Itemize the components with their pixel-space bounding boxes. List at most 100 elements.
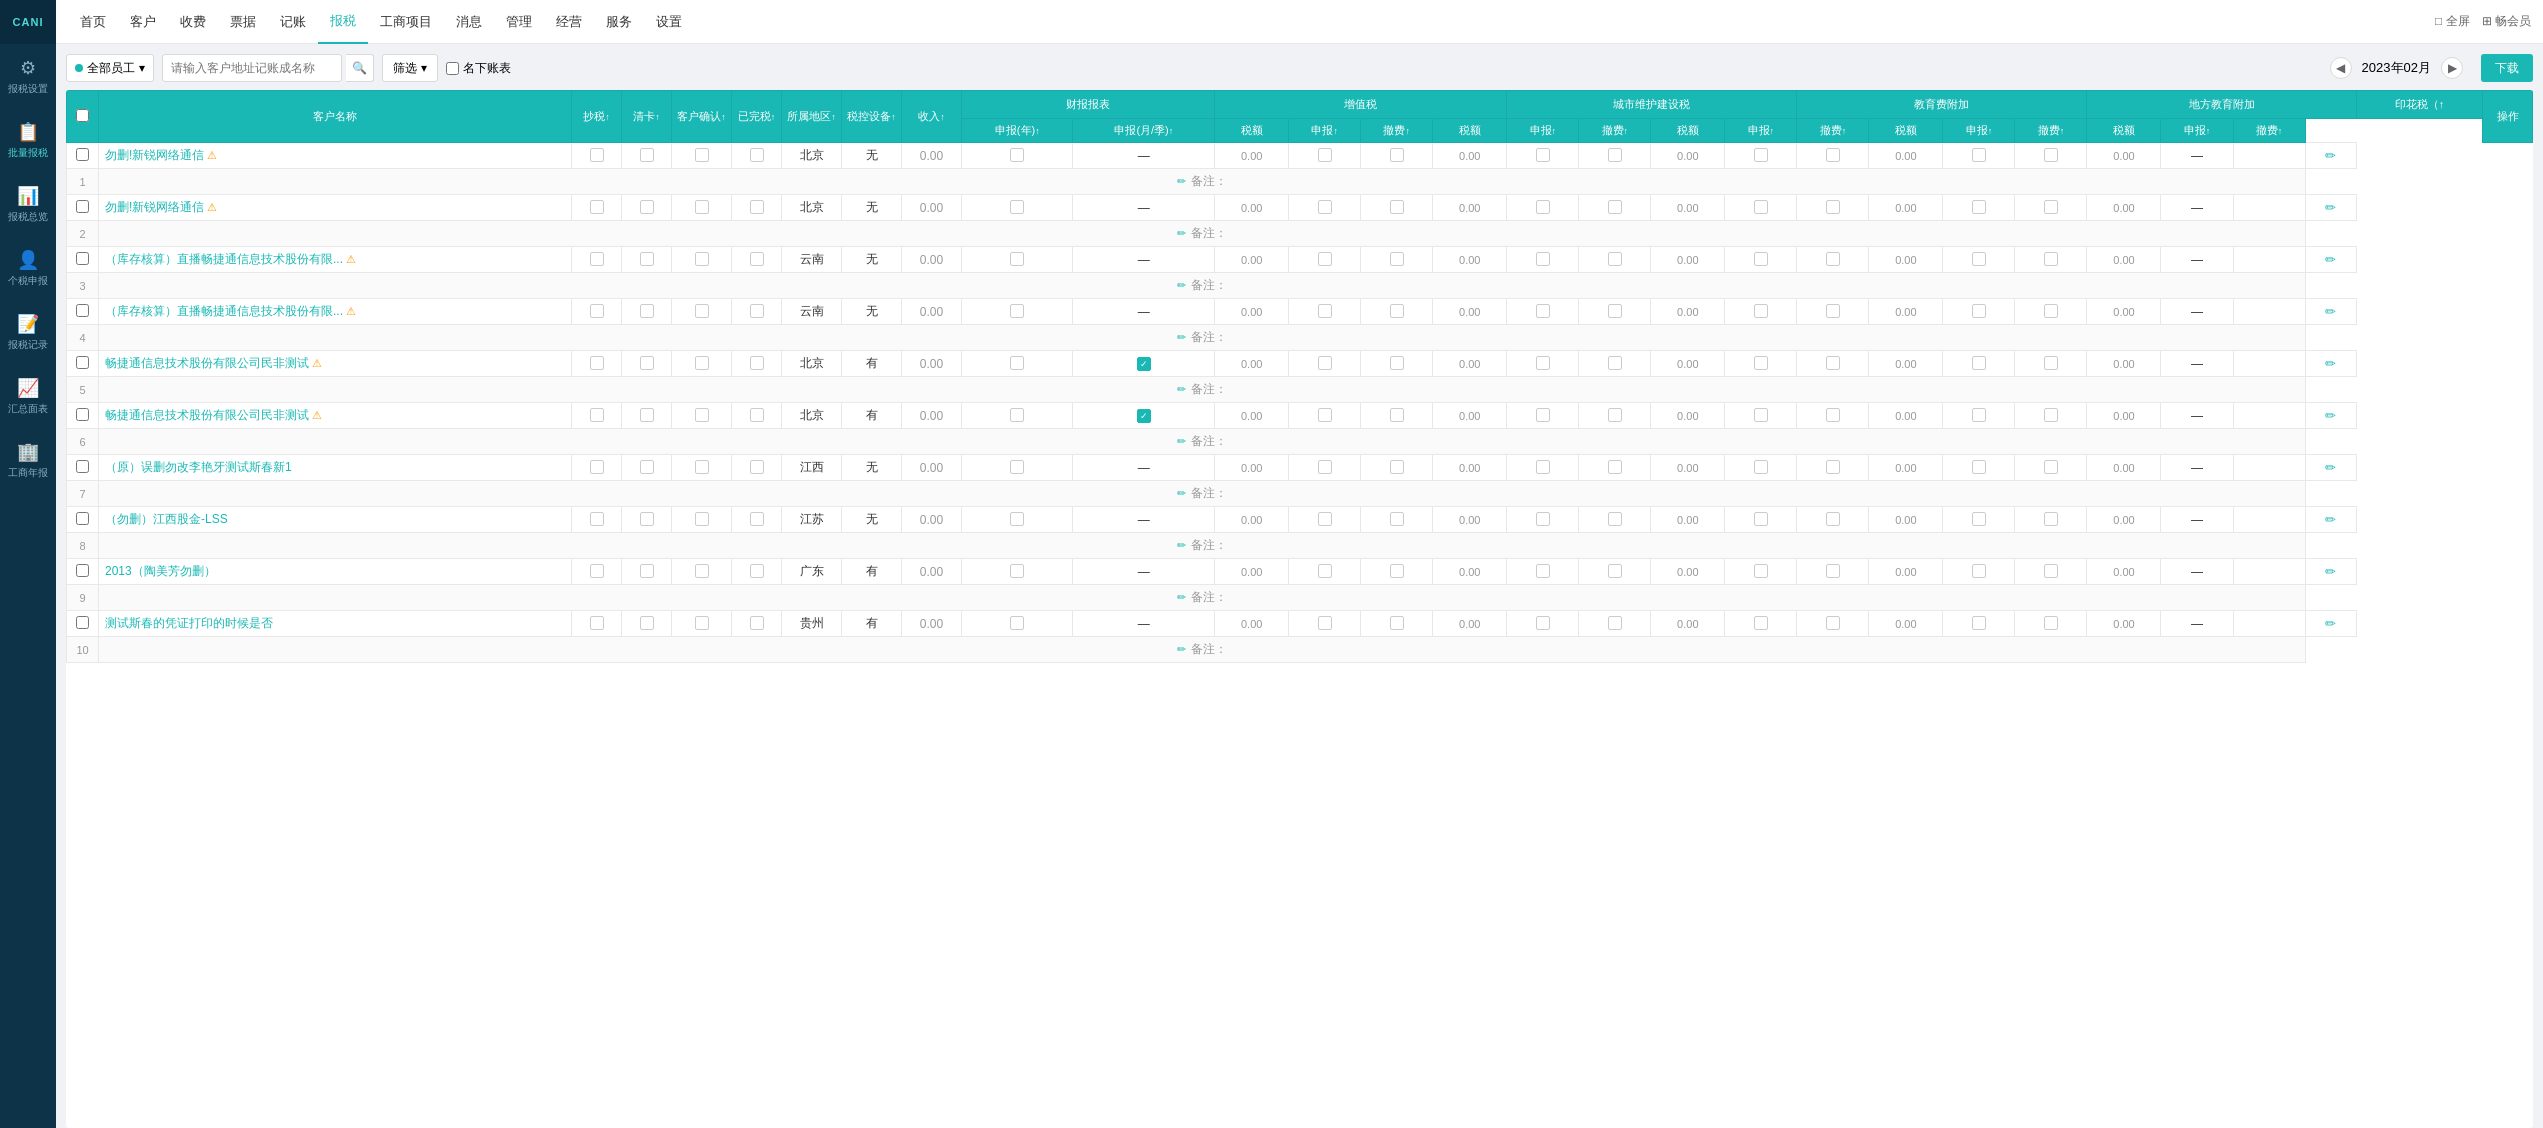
row-checkbox[interactable] xyxy=(76,304,89,317)
cs-cf-cell[interactable] xyxy=(1579,559,1651,585)
sidebar-item-baoshuizonglan[interactable]: 📊 报税总览 xyxy=(0,172,56,236)
cs-cf-cell[interactable] xyxy=(1579,247,1651,273)
th-cs-sb[interactable]: 申报↑ xyxy=(1507,119,1579,143)
df-cf-cell[interactable] xyxy=(2015,195,2087,221)
th-shuikong[interactable]: 税控设备↑ xyxy=(842,91,902,143)
yiwanshu-cell[interactable] xyxy=(732,195,782,221)
sidebar-item-huizong[interactable]: 📈 汇总面表 xyxy=(0,364,56,428)
employee-filter[interactable]: 全部员工 ▾ xyxy=(66,54,154,82)
df-sb-cell[interactable] xyxy=(1943,455,2015,481)
jy-sb-cell[interactable] xyxy=(1725,559,1797,585)
zz-cf-cell[interactable] xyxy=(1361,455,1433,481)
df-sb-cell[interactable] xyxy=(1943,299,2015,325)
chaoshu-cell[interactable] xyxy=(572,247,622,273)
vip-btn[interactable]: ⊞ 畅会员 xyxy=(2482,13,2531,30)
th-shouru[interactable]: 收入↑ xyxy=(902,91,962,143)
edit-icon[interactable]: ✏ xyxy=(2325,148,2336,163)
row-checkbox[interactable] xyxy=(76,356,89,369)
next-month-button[interactable]: ▶ xyxy=(2441,57,2463,79)
action-cell[interactable]: ✏ xyxy=(2305,195,2357,221)
cs-cf-cell[interactable] xyxy=(1579,455,1651,481)
yiwanshu-cell[interactable] xyxy=(732,611,782,637)
yiwanshu-cell[interactable] xyxy=(732,247,782,273)
chaoshu-cell[interactable] xyxy=(572,507,622,533)
caibao-year-cell[interactable] xyxy=(962,351,1073,377)
action-cell[interactable]: ✏ xyxy=(2305,455,2357,481)
jy-cf-cell[interactable] xyxy=(1797,247,1869,273)
nav-shezhi[interactable]: 设置 xyxy=(644,0,694,44)
customer-name-cell[interactable]: 勿删!新锐网络通信 ⚠ xyxy=(99,195,572,221)
jy-cf-cell[interactable] xyxy=(1797,143,1869,169)
caibao-year-cell[interactable] xyxy=(962,559,1073,585)
action-cell[interactable]: ✏ xyxy=(2305,351,2357,377)
note-content-cell[interactable]: ✏ 备注： xyxy=(99,429,2306,455)
note-content-cell[interactable]: ✏ 备注： xyxy=(99,377,2306,403)
row-select-cell[interactable] xyxy=(67,299,99,325)
action-cell[interactable]: ✏ xyxy=(2305,559,2357,585)
caibao-month-cell[interactable]: — xyxy=(1073,143,1215,169)
zz-sb-cell[interactable] xyxy=(1289,611,1361,637)
jy-cf-cell[interactable] xyxy=(1797,351,1869,377)
df-cf-cell[interactable] xyxy=(2015,455,2087,481)
edit-icon[interactable]: ✏ xyxy=(2325,200,2336,215)
sidebar-item-baoshuishezhi[interactable]: ⚙ 报税设置 xyxy=(0,44,56,108)
row-checkbox[interactable] xyxy=(76,564,89,577)
qingka-cell[interactable] xyxy=(622,299,672,325)
zz-sb-cell[interactable] xyxy=(1289,143,1361,169)
zz-sb-cell[interactable] xyxy=(1289,507,1361,533)
qingka-cell[interactable] xyxy=(622,403,672,429)
cs-sb-cell[interactable] xyxy=(1507,247,1579,273)
row-checkbox[interactable] xyxy=(76,616,89,629)
caibao-month-cell[interactable]: — xyxy=(1073,507,1215,533)
search-button[interactable]: 🔍 xyxy=(346,54,374,82)
kehu-confirm-cell[interactable] xyxy=(672,455,732,481)
th-zz-sb[interactable]: 申报↑ xyxy=(1289,119,1361,143)
jy-sb-cell[interactable] xyxy=(1725,351,1797,377)
nav-xiaoxi[interactable]: 消息 xyxy=(444,0,494,44)
jy-cf-cell[interactable] xyxy=(1797,507,1869,533)
zz-sb-cell[interactable] xyxy=(1289,299,1361,325)
df-sb-cell[interactable] xyxy=(1943,507,2015,533)
note-content-cell[interactable]: ✏ 备注： xyxy=(99,533,2306,559)
row-select-cell[interactable] xyxy=(67,455,99,481)
df-cf-cell[interactable] xyxy=(2015,299,2087,325)
caibao-month-cell[interactable]: — xyxy=(1073,455,1215,481)
th-region[interactable]: 所属地区↑ xyxy=(782,91,842,143)
row-checkbox[interactable] xyxy=(76,148,89,161)
jy-sb-cell[interactable] xyxy=(1725,403,1797,429)
row-select-cell[interactable] xyxy=(67,195,99,221)
prev-month-button[interactable]: ◀ xyxy=(2330,57,2352,79)
jy-cf-cell[interactable] xyxy=(1797,195,1869,221)
action-cell[interactable]: ✏ xyxy=(2305,299,2357,325)
cs-cf-cell[interactable] xyxy=(1579,143,1651,169)
th-jy-cf[interactable]: 撤费↑ xyxy=(1797,119,1869,143)
df-cf-cell[interactable] xyxy=(2015,143,2087,169)
cs-sb-cell[interactable] xyxy=(1507,299,1579,325)
cs-cf-cell[interactable] xyxy=(1579,299,1651,325)
df-cf-cell[interactable] xyxy=(2015,559,2087,585)
customer-name-cell[interactable]: 畅捷通信息技术股份有限公司民非测试 ⚠ xyxy=(99,403,572,429)
main-table-container[interactable]: 客户名称 抄税↑ 清卡↑ 客户确认↑ 已完税↑ 所属地区↑ 税控设备↑ 收入↑ … xyxy=(66,90,2533,1128)
caibao-year-cell[interactable] xyxy=(962,299,1073,325)
sidebar-item-piliangbaoshu[interactable]: 📋 批量报税 xyxy=(0,108,56,172)
df-cf-cell[interactable] xyxy=(2015,611,2087,637)
caibao-month-cell[interactable]: ✓ xyxy=(1073,403,1215,429)
cs-cf-cell[interactable] xyxy=(1579,403,1651,429)
zz-sb-cell[interactable] xyxy=(1289,351,1361,377)
th-df-cf[interactable]: 撤费↑ xyxy=(2015,119,2087,143)
edit-icon[interactable]: ✏ xyxy=(2325,512,2336,527)
row-select-cell[interactable] xyxy=(67,611,99,637)
nav-baoshu[interactable]: 报税 xyxy=(318,0,368,44)
sidebar-item-baoshuijilu[interactable]: 📝 报税记录 xyxy=(0,300,56,364)
yiwanshu-cell[interactable] xyxy=(732,351,782,377)
cs-sb-cell[interactable] xyxy=(1507,611,1579,637)
cs-sb-cell[interactable] xyxy=(1507,455,1579,481)
th-zz-cf[interactable]: 撤费↑ xyxy=(1361,119,1433,143)
sidebar-item-geshuishenbao[interactable]: 👤 个税申报 xyxy=(0,236,56,300)
action-cell[interactable]: ✏ xyxy=(2305,143,2357,169)
zz-cf-cell[interactable] xyxy=(1361,195,1433,221)
nav-gongshang[interactable]: 工商项目 xyxy=(368,0,444,44)
kehu-confirm-cell[interactable] xyxy=(672,611,732,637)
th-chaoshu[interactable]: 抄税↑ xyxy=(572,91,622,143)
th-caibao-year[interactable]: 申报(年)↑ xyxy=(962,119,1073,143)
